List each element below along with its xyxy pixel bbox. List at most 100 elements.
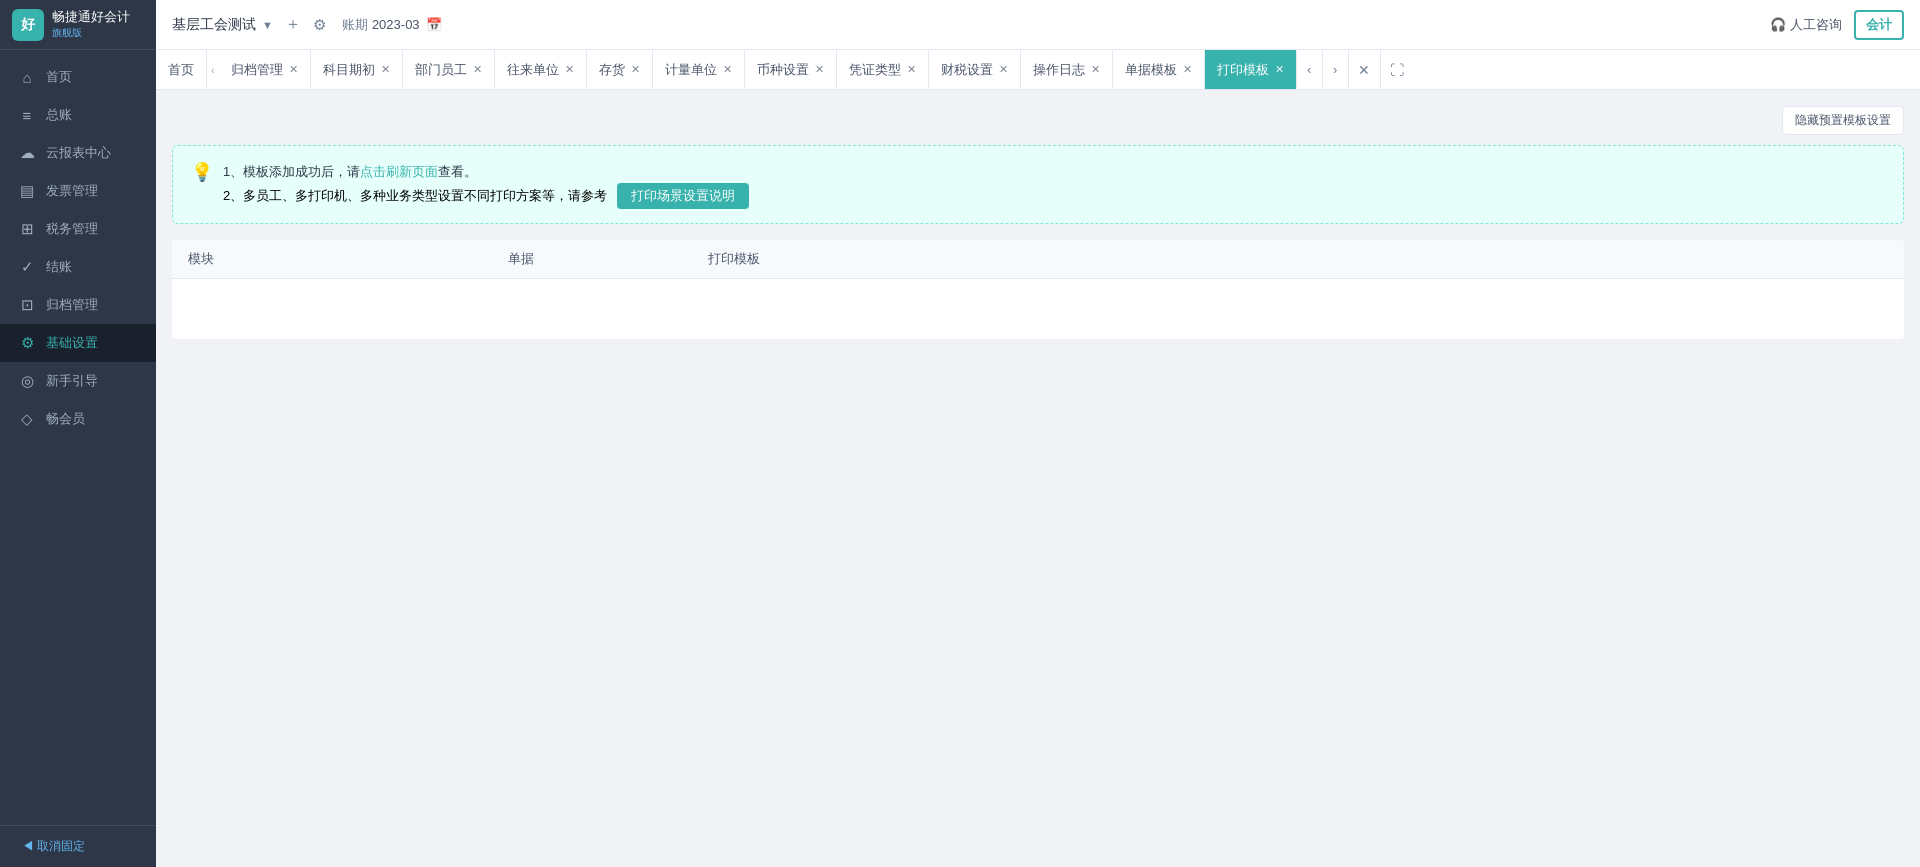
print-template-table: 模块 单据 打印模板 (172, 240, 1904, 339)
sidebar-item-label: 云报表中心 (46, 144, 111, 162)
sidebar-item-reports[interactable]: ☁ 云报表中心 (0, 134, 156, 172)
main-area: 基层工会测试 ▼ ＋ ⚙ 账期 2023-03 📅 🎧 人工咨询 会计 首页 ‹… (156, 0, 1920, 867)
period-value: 2023-03 (372, 17, 420, 32)
support-button[interactable]: 🎧 人工咨询 (1770, 16, 1842, 34)
tab-inventory-label: 存货 (599, 61, 625, 79)
tab-voucher-label: 凭证类型 (849, 61, 901, 79)
tab-printtemplate-close-icon[interactable]: ✕ (1275, 63, 1284, 76)
sidebar-item-label: 新手引导 (46, 372, 98, 390)
table-header: 模块 单据 打印模板 (172, 240, 1904, 279)
tab-archive[interactable]: 归档管理 ✕ (219, 50, 311, 90)
col-header-module: 模块 (172, 250, 492, 268)
sidebar-item-invoice[interactable]: ▤ 发票管理 (0, 172, 156, 210)
tab-unit-label: 计量单位 (665, 61, 717, 79)
tab-clients-close-icon[interactable]: ✕ (565, 63, 574, 76)
sidebar-item-ledger[interactable]: ≡ 总账 (0, 96, 156, 134)
info-line2-prefix: 2、多员工、多打印机、多种业务类型设置不同打印方案等，请参考 (223, 187, 607, 205)
topbar: 基层工会测试 ▼ ＋ ⚙ 账期 2023-03 📅 🎧 人工咨询 会计 (156, 0, 1920, 50)
tab-oplog-label: 操作日志 (1033, 61, 1085, 79)
sidebar-item-home[interactable]: ⌂ 首页 (0, 58, 156, 96)
tab-inventory[interactable]: 存货 ✕ (587, 50, 653, 90)
logo-sub: 旗舰版 (52, 26, 130, 40)
topbar-settings-icon[interactable]: ⚙ (313, 16, 326, 34)
home-icon: ⌂ (18, 69, 36, 86)
tab-departments-close-icon[interactable]: ✕ (473, 63, 482, 76)
kuaiji-button[interactable]: 会计 (1854, 10, 1904, 40)
col-header-doc: 单据 (492, 250, 692, 268)
tab-archive-close-icon[interactable]: ✕ (289, 63, 298, 76)
company-selector[interactable]: 基层工会测试 ▼ (172, 16, 273, 34)
tab-currency[interactable]: 币种设置 ✕ (745, 50, 837, 90)
info-box: 💡 1、模板添加成功后，请点击刷新页面查看。 2、多员工、多打印机、多种业务类型… (172, 145, 1904, 224)
tab-departments[interactable]: 部门员工 ✕ (403, 50, 495, 90)
sidebar-item-label: 首页 (46, 68, 72, 86)
period-label: 账期 (342, 16, 368, 34)
tab-nav-next[interactable]: › (1323, 50, 1349, 90)
tab-subjects-label: 科目期初 (323, 61, 375, 79)
guide-icon: ◎ (18, 372, 36, 390)
tab-nav-prev[interactable]: ‹ (1297, 50, 1323, 90)
tab-clients-label: 往来单位 (507, 61, 559, 79)
unpin-button[interactable]: ◀ 取消固定 (0, 825, 156, 867)
sidebar-item-guide[interactable]: ◎ 新手引导 (0, 362, 156, 400)
sidebar-item-archive[interactable]: ⊡ 归档管理 (0, 286, 156, 324)
sidebar-item-settle[interactable]: ✓ 结账 (0, 248, 156, 286)
add-tab-button[interactable]: ＋ (285, 14, 301, 35)
company-name: 基层工会测试 (172, 16, 256, 34)
tab-printtemplate-label: 打印模板 (1217, 61, 1269, 79)
tab-expand-button[interactable]: ⛶ (1381, 50, 1413, 90)
calendar-icon[interactable]: 📅 (426, 17, 442, 32)
settings-icon: ⚙ (18, 334, 36, 352)
tab-voucher-close-icon[interactable]: ✕ (907, 63, 916, 76)
tab-singledoc-close-icon[interactable]: ✕ (1183, 63, 1192, 76)
tab-singledoc-label: 单据模板 (1125, 61, 1177, 79)
member-icon: ◇ (18, 410, 36, 428)
dropdown-arrow-icon: ▼ (262, 19, 273, 31)
bulb-icon: 💡 (191, 161, 213, 183)
tab-home[interactable]: 首页 (156, 50, 207, 90)
logo-text: 畅捷通好会计 (52, 9, 130, 26)
sidebar-item-label: 畅会员 (46, 410, 85, 428)
tab-subjects[interactable]: 科目期初 ✕ (311, 50, 403, 90)
tab-oplog[interactable]: 操作日志 ✕ (1021, 50, 1113, 90)
sidebar-item-tax[interactable]: ⊞ 税务管理 (0, 210, 156, 248)
tab-subjects-close-icon[interactable]: ✕ (381, 63, 390, 76)
tab-tax-close-icon[interactable]: ✕ (999, 63, 1008, 76)
tab-singledoc[interactable]: 单据模板 ✕ (1113, 50, 1205, 90)
info-line1: 1、模板添加成功后，请点击刷新页面查看。 (223, 160, 1885, 183)
explain-button[interactable]: 打印场景设置说明 (617, 183, 749, 209)
tab-chevron-icon: ‹ (207, 64, 219, 76)
logo: 好 畅捷通好会计 旗舰版 (0, 0, 156, 50)
tab-currency-label: 币种设置 (757, 61, 809, 79)
tab-inventory-close-icon[interactable]: ✕ (631, 63, 640, 76)
period-display: 账期 2023-03 📅 (342, 16, 442, 34)
tab-tax-label: 财税设置 (941, 61, 993, 79)
tab-tax[interactable]: 财税设置 ✕ (929, 50, 1021, 90)
tax-icon: ⊞ (18, 220, 36, 238)
info-line1-prefix: 1、模板添加成功后，请 (223, 164, 360, 179)
tab-close-all-button[interactable]: ✕ (1349, 50, 1381, 90)
tab-departments-label: 部门员工 (415, 61, 467, 79)
headset-icon: 🎧 (1770, 17, 1786, 32)
content-area: 隐藏预置模板设置 💡 1、模板添加成功后，请点击刷新页面查看。 2、多员工、多打… (156, 90, 1920, 867)
tab-unit[interactable]: 计量单位 ✕ (653, 50, 745, 90)
hide-template-button[interactable]: 隐藏预置模板设置 (1782, 106, 1904, 135)
sidebar-item-label: 税务管理 (46, 220, 98, 238)
tab-unit-close-icon[interactable]: ✕ (723, 63, 732, 76)
ledger-icon: ≡ (18, 107, 36, 124)
tabbar: 首页 ‹ 归档管理 ✕ 科目期初 ✕ 部门员工 ✕ 往来单位 ✕ 存货 ✕ 计量… (156, 50, 1920, 90)
sidebar-nav: ⌂ 首页 ≡ 总账 ☁ 云报表中心 ▤ 发票管理 ⊞ 税务管理 ✓ 结账 ⊡ 归… (0, 50, 156, 825)
sidebar-item-label: 基础设置 (46, 334, 98, 352)
tab-archive-label: 归档管理 (231, 61, 283, 79)
tab-voucher[interactable]: 凭证类型 ✕ (837, 50, 929, 90)
settle-icon: ✓ (18, 258, 36, 276)
table-body (172, 279, 1904, 339)
refresh-link[interactable]: 点击刷新页面 (360, 164, 438, 179)
sidebar-item-settings[interactable]: ⚙ 基础设置 (0, 324, 156, 362)
tab-printtemplate[interactable]: 打印模板 ✕ (1205, 50, 1297, 90)
tab-currency-close-icon[interactable]: ✕ (815, 63, 824, 76)
tab-clients[interactable]: 往来单位 ✕ (495, 50, 587, 90)
sidebar-item-label: 发票管理 (46, 182, 98, 200)
tab-oplog-close-icon[interactable]: ✕ (1091, 63, 1100, 76)
sidebar-item-member[interactable]: ◇ 畅会员 (0, 400, 156, 438)
